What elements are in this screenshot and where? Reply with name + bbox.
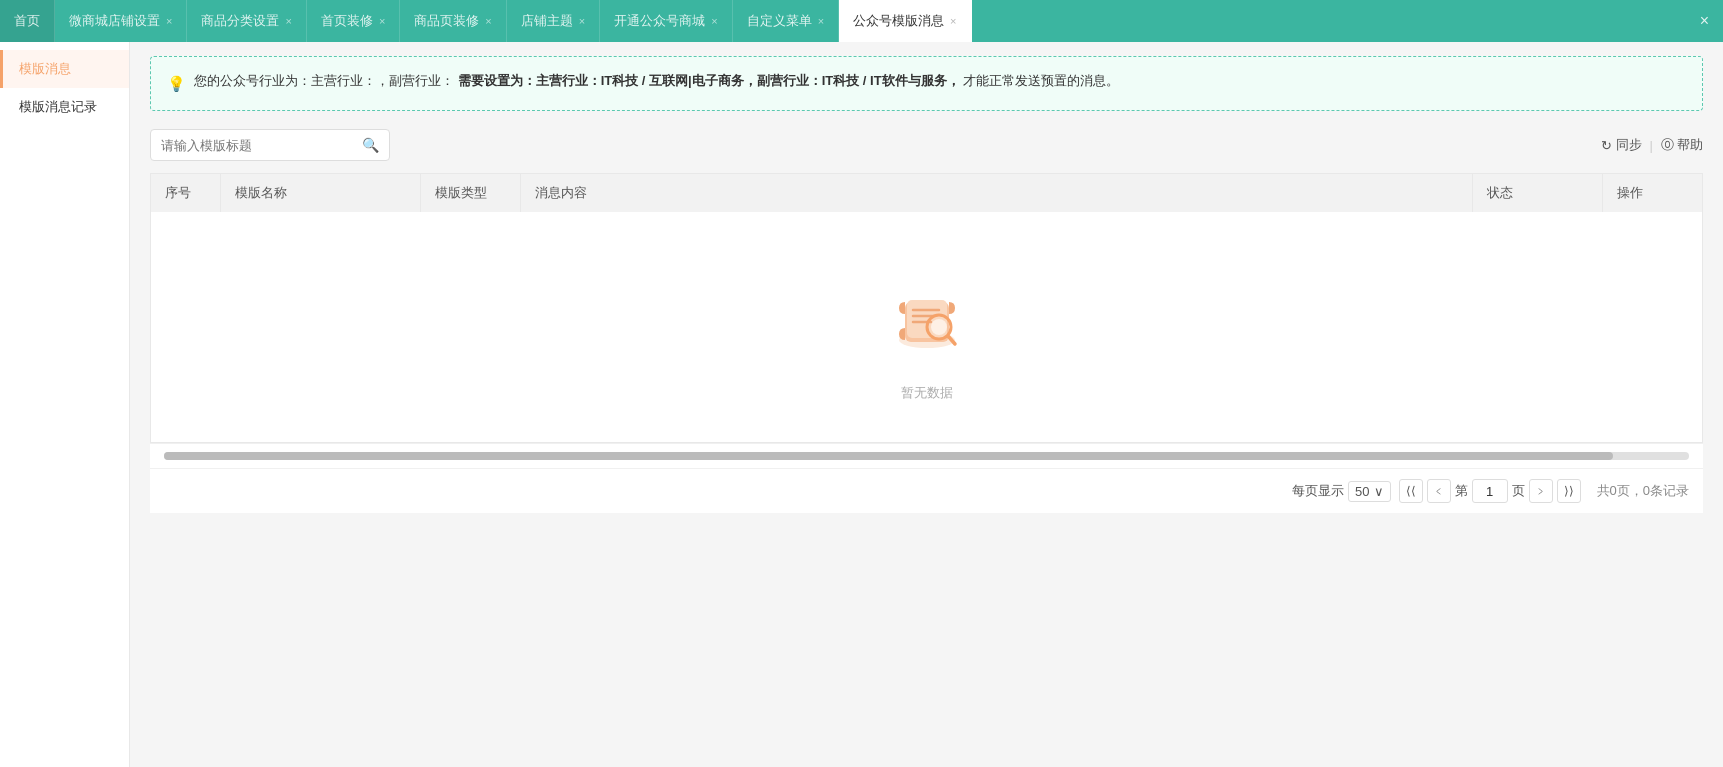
- col-name: 模版名称: [221, 174, 421, 213]
- empty-text: 暂无数据: [901, 384, 953, 402]
- nav-tab-home-decoration[interactable]: 首页装修 ×: [307, 0, 400, 42]
- nav-tab-home[interactable]: 首页: [0, 0, 55, 42]
- prev-page-button[interactable]: ﹤: [1427, 479, 1451, 503]
- first-page-button[interactable]: ⟨⟨: [1399, 479, 1423, 503]
- next-page-button[interactable]: ﹥: [1529, 479, 1553, 503]
- top-nav: 首页 微商城店铺设置 × 商品分类设置 × 首页装修 × 商品页装修 × 店铺主…: [0, 0, 1723, 42]
- close-all-tabs-button[interactable]: ×: [1686, 0, 1723, 42]
- page-size-dropdown[interactable]: 50 ∨: [1348, 481, 1390, 502]
- notice-box: 💡 您的公众号行业为：主营行业：，副营行业： 需要设置为：主营行业：IT科技 /…: [150, 56, 1703, 111]
- close-tab-category-settings[interactable]: ×: [285, 15, 291, 27]
- close-tab-product-decoration[interactable]: ×: [485, 15, 491, 27]
- sidebar: 模版消息 模版消息记录: [0, 42, 130, 767]
- col-type: 模版类型: [421, 174, 521, 213]
- data-table: 序号 模版名称 模版类型 消息内容 状态 操作: [150, 173, 1703, 443]
- nav-tab-product-decoration[interactable]: 商品页装修 ×: [400, 0, 506, 42]
- scrollbar-thumb[interactable]: [164, 452, 1613, 460]
- empty-state: 暂无数据: [151, 212, 1702, 442]
- close-tab-template-message[interactable]: ×: [950, 15, 956, 27]
- table-header-row: 序号 模版名称 模版类型 消息内容 状态 操作: [151, 174, 1703, 213]
- col-content: 消息内容: [521, 174, 1473, 213]
- sidebar-item-template-msg[interactable]: 模版消息: [0, 50, 129, 88]
- help-button[interactable]: ⓪ 帮助: [1661, 136, 1703, 154]
- sync-button[interactable]: ↻ 同步: [1601, 136, 1642, 154]
- close-tab-open-mall[interactable]: ×: [711, 15, 717, 27]
- search-actions: ↻ 同步 | ⓪ 帮助: [1601, 136, 1703, 154]
- search-box[interactable]: 🔍: [150, 129, 390, 161]
- close-tab-home-decoration[interactable]: ×: [379, 15, 385, 27]
- close-tab-store-settings[interactable]: ×: [166, 15, 172, 27]
- content-area: 💡 您的公众号行业为：主营行业：，副营行业： 需要设置为：主营行业：IT科技 /…: [130, 42, 1723, 767]
- page-navigation: ⟨⟨ ﹤ 第 页 ﹥ ⟩⟩: [1399, 479, 1581, 503]
- empty-state-row: 暂无数据: [151, 212, 1703, 443]
- close-tab-store-theme[interactable]: ×: [579, 15, 585, 27]
- pagination: 每页显示 50 ∨ ⟨⟨ ﹤ 第 页 ﹥ ⟩⟩ 共0页，0条记录: [150, 468, 1703, 513]
- nav-tab-store-theme[interactable]: 店铺主题 ×: [507, 0, 600, 42]
- search-input[interactable]: [161, 138, 362, 153]
- close-tab-custom-menu[interactable]: ×: [818, 15, 824, 27]
- svg-point-7: [931, 319, 947, 335]
- divider: |: [1650, 138, 1653, 153]
- notice-icon: 💡: [167, 72, 186, 96]
- nav-tab-custom-menu[interactable]: 自定义菜单 ×: [733, 0, 839, 42]
- horizontal-scrollbar[interactable]: [150, 443, 1703, 468]
- main-layout: 模版消息 模版消息记录 💡 您的公众号行业为：主营行业：，副营行业： 需要设置为…: [0, 42, 1723, 767]
- page-number-input[interactable]: [1472, 479, 1508, 503]
- nav-tab-open-mall[interactable]: 开通公众号商城 ×: [600, 0, 732, 42]
- nav-tab-store-settings[interactable]: 微商城店铺设置 ×: [55, 0, 187, 42]
- search-bar: 🔍 ↻ 同步 | ⓪ 帮助: [150, 129, 1703, 161]
- chevron-down-icon: ∨: [1374, 484, 1384, 499]
- total-info: 共0页，0条记录: [1597, 482, 1689, 500]
- page-size-select: 每页显示 50 ∨: [1292, 481, 1390, 502]
- help-icon: ⓪: [1661, 136, 1674, 154]
- col-status: 状态: [1473, 174, 1603, 213]
- search-icon[interactable]: 🔍: [362, 137, 379, 153]
- nav-tab-template-message[interactable]: 公众号模版消息 ×: [839, 0, 971, 42]
- sync-icon: ↻: [1601, 138, 1612, 153]
- sidebar-item-template-msg-records[interactable]: 模版消息记录: [0, 88, 129, 126]
- empty-illustration: [877, 272, 977, 372]
- last-page-button[interactable]: ⟩⟩: [1557, 479, 1581, 503]
- nav-tab-category-settings[interactable]: 商品分类设置 ×: [187, 0, 306, 42]
- col-index: 序号: [151, 174, 221, 213]
- col-action: 操作: [1603, 174, 1703, 213]
- notice-text: 您的公众号行业为：主营行业：，副营行业： 需要设置为：主营行业：IT科技 / 互…: [194, 71, 1119, 92]
- scrollbar-track: [164, 452, 1689, 460]
